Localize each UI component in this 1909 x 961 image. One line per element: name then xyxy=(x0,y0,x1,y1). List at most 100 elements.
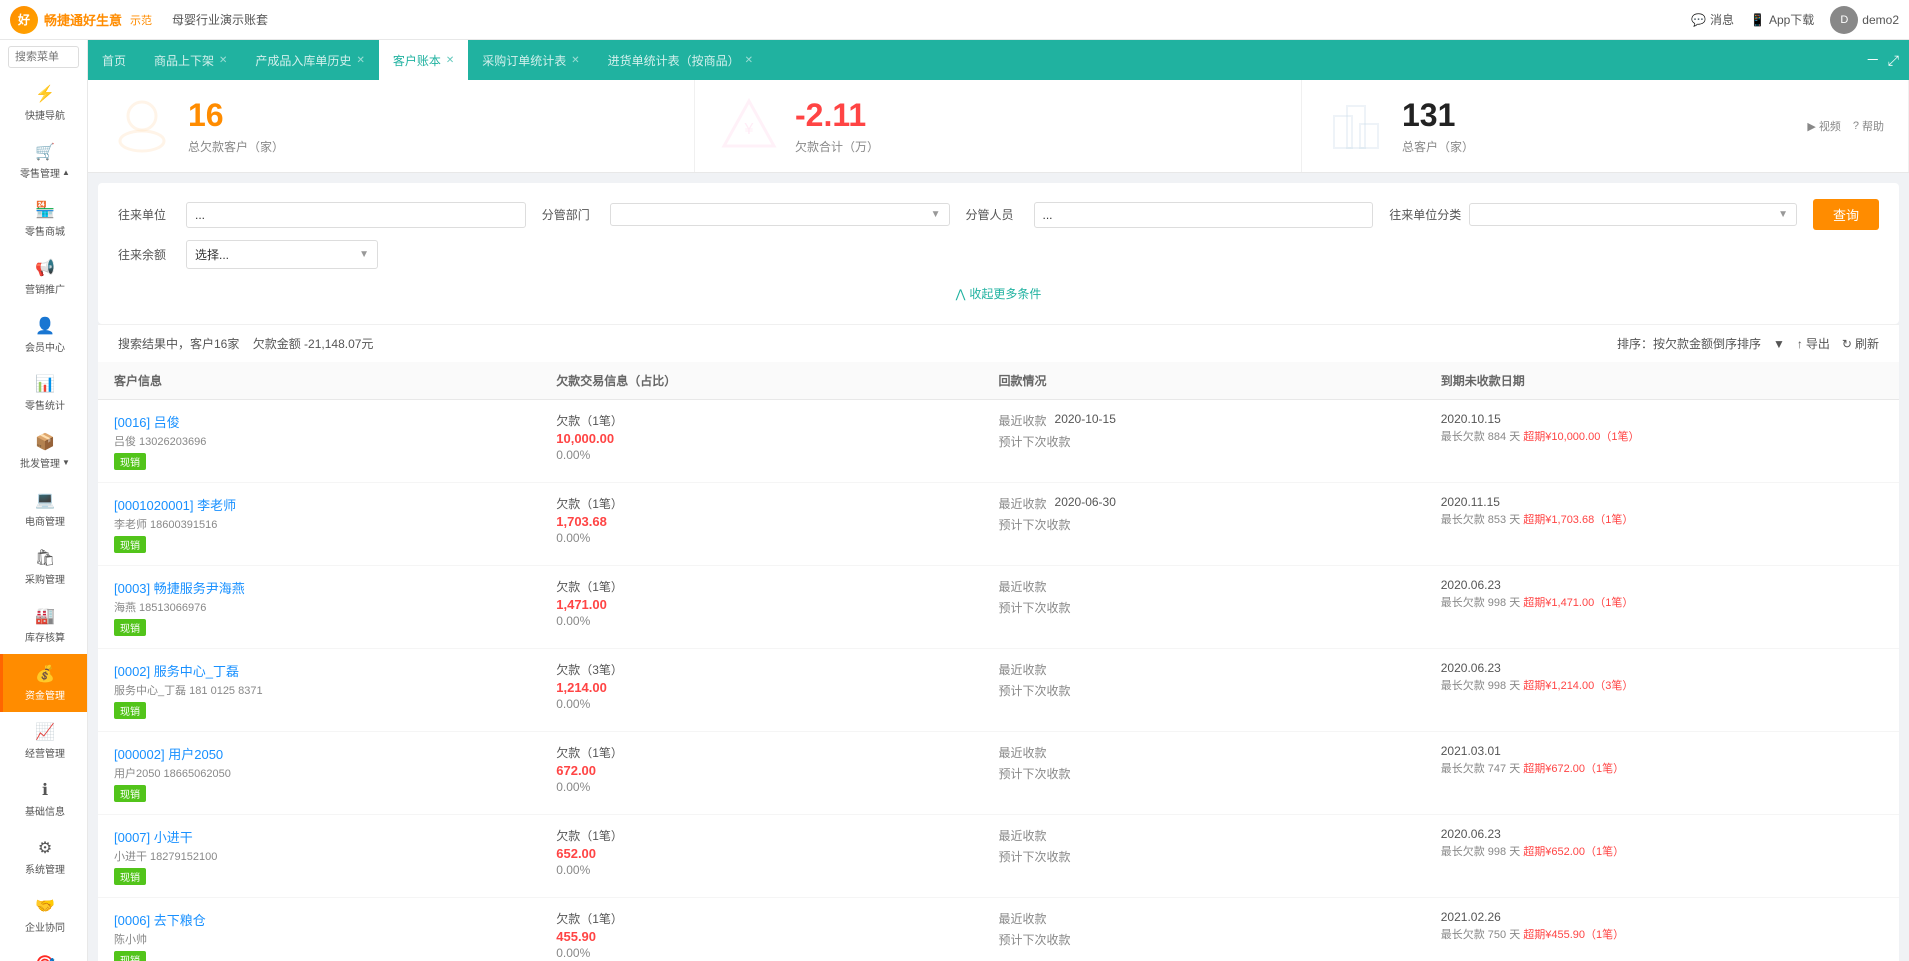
sidebar-item-label: 零售统计 xyxy=(25,397,65,412)
sidebar-item-retail-stats[interactable]: 📊 零售统计 xyxy=(0,364,87,422)
tab-close-icon[interactable]: ✕ xyxy=(446,55,454,66)
overdue-link[interactable]: 超期¥1,214.00（3笔） xyxy=(1523,680,1633,692)
sidebar-item-retail-mall[interactable]: 🏪 零售商城 xyxy=(0,190,87,248)
main-content: 16 总欠款客户（家） ¥ -2.11 欠款合计（万） xyxy=(88,80,1909,961)
video-btn[interactable]: ▶ 视频 xyxy=(1807,118,1840,134)
export-button[interactable]: ↑ 导出 xyxy=(1797,335,1830,352)
sidebar-item-marketing[interactable]: 📢 营销推广 xyxy=(0,248,87,306)
last-collect-label: 最近收款 xyxy=(999,578,1047,595)
company-selector[interactable]: 母婴行业演示账套 xyxy=(172,11,268,28)
sidebar-item-ecommerce[interactable]: 💻 电商管理 xyxy=(0,480,87,538)
summary-section: 16 总欠款客户（家） ¥ -2.11 欠款合计（万） xyxy=(88,80,1909,173)
debt-amount: 1,703.68 xyxy=(556,514,998,529)
debt-count: 欠款（1笔） xyxy=(556,827,998,844)
guide-icon: 🎯 xyxy=(35,954,55,961)
maximize-icon[interactable]: ⤢ xyxy=(1888,52,1899,69)
sidebar-item-inventory[interactable]: 🏭 库存核算 xyxy=(0,596,87,654)
logo-subtitle: 示范 xyxy=(130,12,152,28)
sidebar-item-finance[interactable]: 💰 资金管理 xyxy=(0,654,87,712)
overdue-link[interactable]: 超期¥672.00（1笔） xyxy=(1523,763,1624,775)
table-row: [000002] 用户2050 用户2050 18665062050 现销 欠款… xyxy=(98,732,1899,815)
filter-dept-arrow: ▼ xyxy=(931,209,941,220)
app-container: 好 畅捷通好生意 示范 母婴行业演示账套 💬 消息 📱 App下载 D demo… xyxy=(0,0,1909,961)
tab-customer-ledger[interactable]: 客户账本 ✕ xyxy=(379,40,468,80)
tab-home[interactable]: 首页 xyxy=(88,40,140,80)
customer-phone: 吕俊 13026203696 xyxy=(114,433,556,449)
sidebar-item-guide[interactable]: 🎯 新手引导 xyxy=(0,944,87,961)
tab-close-icon[interactable]: ✕ xyxy=(745,55,753,66)
summary-card-debt-customers: 16 总欠款客户（家） xyxy=(88,80,695,172)
last-collect-row: 最近收款 2020-10-15 xyxy=(999,412,1441,429)
minimize-icon[interactable]: － xyxy=(1866,50,1880,70)
debt-percent: 0.00% xyxy=(556,780,998,794)
sidebar-item-quick-nav[interactable]: ⚡ 快捷导航 xyxy=(0,74,87,132)
filter-balance-label: 往来余额 xyxy=(118,246,178,263)
overdue-info: 最长欠款 998 天 超期¥652.00（1笔） xyxy=(1441,843,1883,859)
query-button[interactable]: 查询 xyxy=(1813,199,1879,230)
sidebar-item-system[interactable]: ⚙ 系统管理 xyxy=(0,828,87,886)
filter-person-input[interactable]: ... xyxy=(1034,202,1374,228)
user-avatar-area[interactable]: D demo2 xyxy=(1830,6,1899,34)
sidebar-item-purchase[interactable]: 🛍 采购管理 xyxy=(0,538,87,596)
purchase-icon: 🛍 xyxy=(35,548,55,568)
filter-dept-label: 分管部门 xyxy=(542,206,602,223)
tab-close-icon[interactable]: ✕ xyxy=(356,55,364,66)
due-date: 2020.10.15 xyxy=(1441,412,1883,426)
tab-home-label: 首页 xyxy=(102,52,126,69)
tab-inbound-stats[interactable]: 进货单统计表（按商品） ✕ xyxy=(594,40,767,80)
collapse-button[interactable]: ⋀ 收起更多条件 xyxy=(118,279,1879,308)
filter-dept-select[interactable]: ▼ xyxy=(610,203,950,226)
filter-unit: 往来单位 ... xyxy=(118,202,526,228)
tab-close-icon[interactable]: ✕ xyxy=(219,55,227,66)
tab-product-status[interactable]: 商品上下架 ✕ xyxy=(140,40,241,80)
sidebar-item-corp-collab[interactable]: 🤝 企业协同 xyxy=(0,886,87,944)
last-collect-label: 最近收款 xyxy=(999,412,1047,429)
overdue-link[interactable]: 超期¥455.90（1笔） xyxy=(1523,929,1624,941)
tab-inventory-history[interactable]: 产成品入库单历史 ✕ xyxy=(241,40,378,80)
debt-total-icon: ¥ xyxy=(719,96,779,156)
customer-name-link[interactable]: [0007] 小进干 xyxy=(114,827,556,846)
overdue-link[interactable]: 超期¥10,000.00（1笔） xyxy=(1523,431,1639,443)
overdue-link[interactable]: 超期¥1,471.00（1笔） xyxy=(1523,597,1633,609)
customer-code: [0002] xyxy=(114,664,150,679)
summary-card-total-customers: 131 总客户（家） ▶ 视频 ? 帮助 xyxy=(1302,80,1909,172)
filter-unit-input[interactable]: ... xyxy=(186,202,526,228)
sidebar-item-retail-mgmt[interactable]: 🛒 零售管理 ▲ xyxy=(0,132,87,190)
sidebar-item-batch-mgmt[interactable]: 📦 批发管理 ▼ xyxy=(0,422,87,480)
customer-info-cell: [000002] 用户2050 用户2050 18665062050 现销 xyxy=(114,744,556,802)
top-bar: 好 畅捷通好生意 示范 母婴行业演示账套 💬 消息 📱 App下载 D demo… xyxy=(0,0,1909,40)
tab-actions: － ⤢ xyxy=(1866,50,1909,70)
debt-info-cell: 欠款（1笔） 455.90 0.00% xyxy=(556,910,998,960)
total-customers-icon xyxy=(1326,96,1386,156)
collapse-icon: ⋀ xyxy=(956,287,966,301)
refresh-button[interactable]: ↻ 刷新 xyxy=(1842,335,1879,352)
search-input[interactable] xyxy=(8,46,79,68)
tab-purchase-stats[interactable]: 采购订单统计表 ✕ xyxy=(468,40,593,80)
sidebar-item-member[interactable]: 👤 会员中心 xyxy=(0,306,87,364)
last-collect-label: 最近收款 xyxy=(999,744,1047,761)
customer-info-cell: [0006] 去下粮仓 陈小帅 现销 xyxy=(114,910,556,961)
help-btn[interactable]: ? 帮助 xyxy=(1853,118,1884,134)
sidebar-item-ops[interactable]: 📈 经营管理 xyxy=(0,712,87,770)
refresh-label: 刷新 xyxy=(1855,335,1879,352)
overdue-link[interactable]: 超期¥652.00（1笔） xyxy=(1523,846,1624,858)
customer-name-link[interactable]: [0002] 服务中心_丁磊 xyxy=(114,661,556,680)
customer-name-link[interactable]: [0016] 吕俊 xyxy=(114,412,556,431)
overdue-info: 最长欠款 884 天 超期¥10,000.00（1笔） xyxy=(1441,428,1883,444)
tab-inventory-history-label: 产成品入库单历史 xyxy=(255,52,351,69)
filter-balance-select[interactable]: 选择... ▼ xyxy=(186,240,378,269)
customer-name-link[interactable]: [000002] 用户2050 xyxy=(114,744,556,763)
customer-name-link[interactable]: [0001020001] 李老师 xyxy=(114,495,556,514)
customer-code: [0007] xyxy=(114,830,150,845)
filter-category-arrow: ▼ xyxy=(1778,209,1788,220)
customer-name-link[interactable]: [0006] 去下粮仓 xyxy=(114,910,556,929)
last-collect-row: 最近收款 xyxy=(999,827,1441,844)
customer-name-link[interactable]: [0003] 畅捷服务尹海燕 xyxy=(114,578,556,597)
filter-category-select[interactable]: ▼ xyxy=(1469,203,1797,226)
due-date: 2020.06.23 xyxy=(1441,827,1883,841)
overdue-link[interactable]: 超期¥1,703.68（1笔） xyxy=(1523,514,1633,526)
app-download-btn[interactable]: 📱 App下载 xyxy=(1750,11,1814,28)
message-btn[interactable]: 💬 消息 xyxy=(1691,11,1734,28)
sidebar-item-basic-info[interactable]: ℹ 基础信息 xyxy=(0,770,87,828)
tab-close-icon[interactable]: ✕ xyxy=(571,55,579,66)
